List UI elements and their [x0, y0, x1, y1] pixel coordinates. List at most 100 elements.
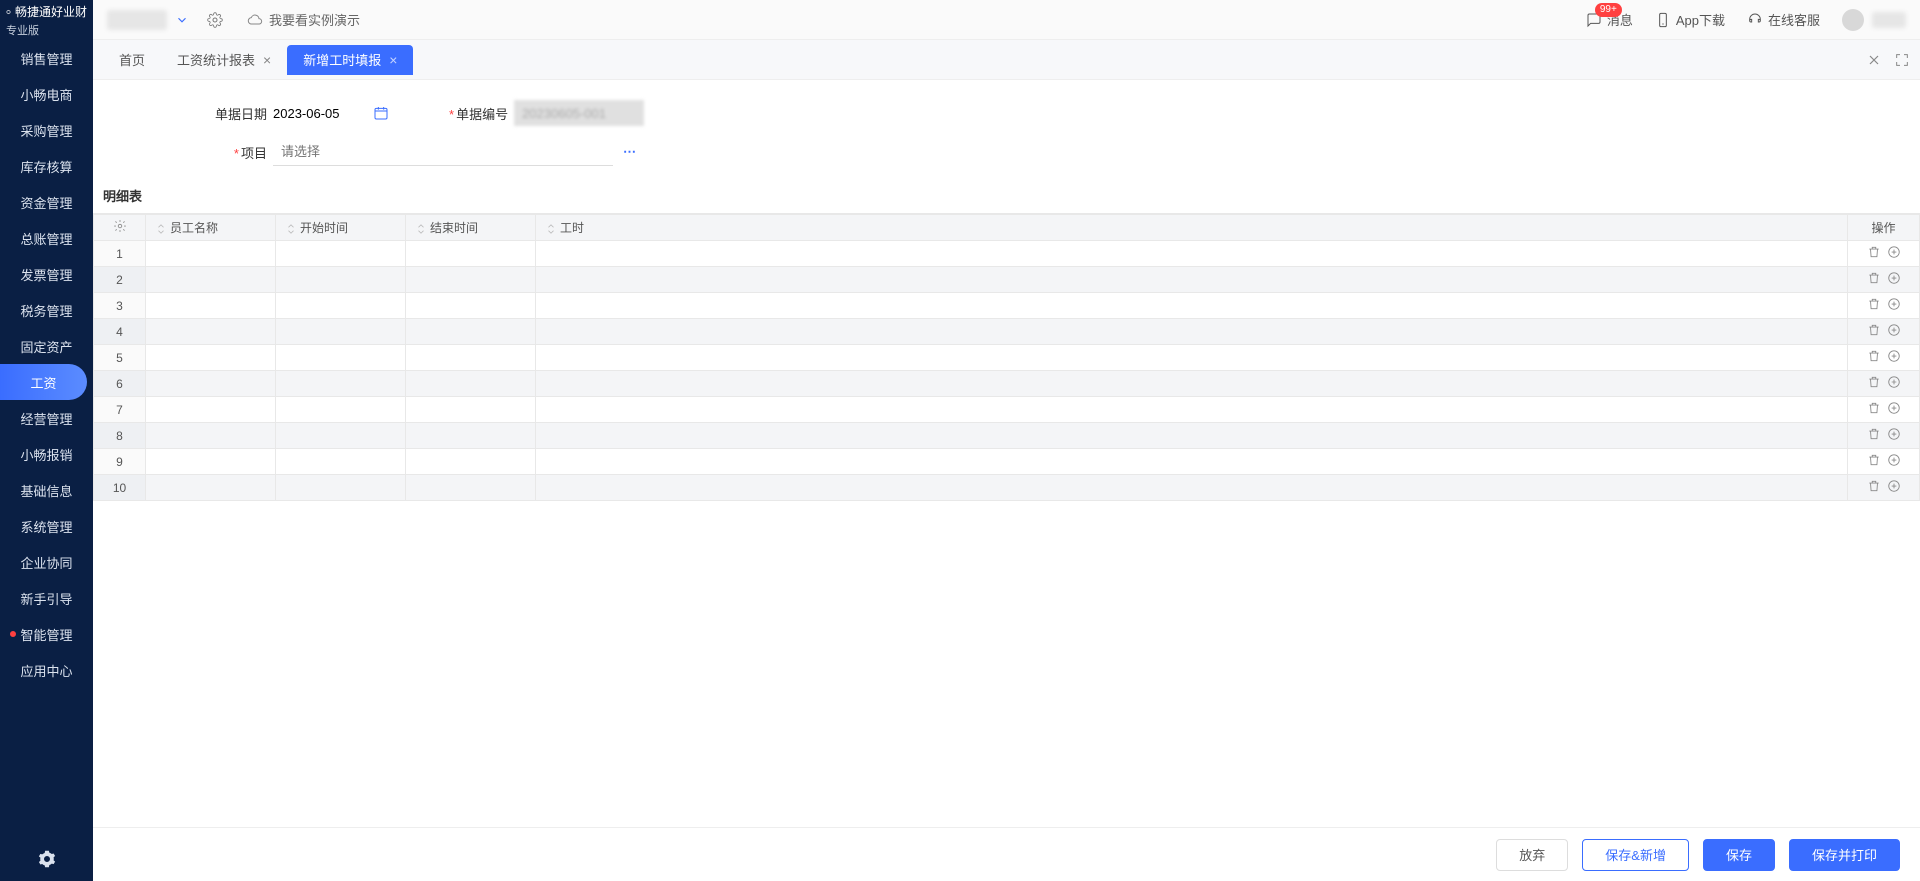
sidebar-item[interactable]: 工资 — [0, 364, 87, 400]
app-download-button[interactable]: App下载 — [1655, 10, 1725, 29]
column-settings[interactable] — [94, 215, 146, 241]
cell-employee[interactable] — [146, 449, 276, 475]
cell-start[interactable] — [276, 267, 406, 293]
add-row-icon[interactable] — [1887, 401, 1901, 415]
cell-employee[interactable] — [146, 267, 276, 293]
cell-start[interactable] — [276, 345, 406, 371]
cell-employee[interactable] — [146, 423, 276, 449]
col-employee[interactable]: 员工名称 — [146, 215, 276, 241]
cell-hours[interactable] — [536, 293, 1848, 319]
add-row-icon[interactable] — [1887, 323, 1901, 337]
cell-end[interactable] — [406, 475, 536, 501]
cell-start[interactable] — [276, 423, 406, 449]
delete-row-icon[interactable] — [1867, 323, 1881, 337]
online-service-button[interactable]: 在线客服 — [1747, 10, 1820, 29]
cell-employee[interactable] — [146, 397, 276, 423]
cell-employee[interactable] — [146, 345, 276, 371]
delete-row-icon[interactable] — [1867, 297, 1881, 311]
sidebar-item[interactable]: 发票管理 — [0, 256, 93, 292]
add-row-icon[interactable] — [1887, 427, 1901, 441]
project-picker-icon[interactable]: ⋯ — [623, 144, 638, 160]
cell-employee[interactable] — [146, 293, 276, 319]
add-row-icon[interactable] — [1887, 349, 1901, 363]
add-row-icon[interactable] — [1887, 375, 1901, 389]
sidebar-item[interactable]: 税务管理 — [0, 292, 93, 328]
cell-hours[interactable] — [536, 423, 1848, 449]
close-all-icon[interactable] — [1866, 52, 1882, 68]
messages-button[interactable]: 99+ 消息 — [1586, 10, 1633, 29]
sidebar-item[interactable]: 销售管理 — [0, 40, 93, 76]
cell-end[interactable] — [406, 423, 536, 449]
cell-employee[interactable] — [146, 241, 276, 267]
sidebar-item[interactable]: 小畅报销 — [0, 436, 93, 472]
cell-start[interactable] — [276, 475, 406, 501]
cell-start[interactable] — [276, 319, 406, 345]
cell-end[interactable] — [406, 241, 536, 267]
fullscreen-icon[interactable] — [1894, 52, 1910, 68]
sidebar-item[interactable]: 智能管理 — [0, 616, 93, 652]
sidebar-item[interactable]: 基础信息 — [0, 472, 93, 508]
sidebar-item[interactable]: 资金管理 — [0, 184, 93, 220]
demo-link[interactable]: 我要看实例演示 — [247, 10, 360, 29]
col-hours[interactable]: 工时 — [536, 215, 1848, 241]
cell-end[interactable] — [406, 345, 536, 371]
cell-start[interactable] — [276, 449, 406, 475]
cell-end[interactable] — [406, 293, 536, 319]
tab[interactable]: 首页 — [103, 45, 161, 75]
sidebar-item[interactable]: 采购管理 — [0, 112, 93, 148]
cell-end[interactable] — [406, 319, 536, 345]
cell-end[interactable] — [406, 397, 536, 423]
save-print-button[interactable]: 保存并打印 — [1789, 839, 1900, 871]
tab[interactable]: 新增工时填报× — [287, 45, 413, 75]
cell-start[interactable] — [276, 371, 406, 397]
delete-row-icon[interactable] — [1867, 427, 1881, 441]
sidebar-item[interactable]: 库存核算 — [0, 148, 93, 184]
close-icon[interactable]: × — [389, 53, 397, 67]
org-selector[interactable] — [107, 10, 189, 30]
cell-hours[interactable] — [536, 449, 1848, 475]
col-start[interactable]: 开始时间 — [276, 215, 406, 241]
save-new-button[interactable]: 保存&新增 — [1582, 839, 1689, 871]
add-row-icon[interactable] — [1887, 297, 1901, 311]
calendar-icon[interactable] — [373, 105, 389, 121]
sidebar-item[interactable]: 应用中心 — [0, 652, 93, 688]
tab[interactable]: 工资统计报表× — [161, 45, 287, 75]
discard-button[interactable]: 放弃 — [1496, 839, 1568, 871]
sidebar-item[interactable]: 小畅电商 — [0, 76, 93, 112]
delete-row-icon[interactable] — [1867, 375, 1881, 389]
add-row-icon[interactable] — [1887, 453, 1901, 467]
cell-hours[interactable] — [536, 267, 1848, 293]
cell-employee[interactable] — [146, 475, 276, 501]
org-settings-icon[interactable] — [207, 12, 223, 28]
sidebar-item[interactable]: 固定资产 — [0, 328, 93, 364]
cell-employee[interactable] — [146, 319, 276, 345]
cell-end[interactable] — [406, 371, 536, 397]
cell-start[interactable] — [276, 293, 406, 319]
cell-start[interactable] — [276, 241, 406, 267]
delete-row-icon[interactable] — [1867, 453, 1881, 467]
cell-hours[interactable] — [536, 475, 1848, 501]
add-row-icon[interactable] — [1887, 245, 1901, 259]
sidebar-item[interactable]: 总账管理 — [0, 220, 93, 256]
cell-employee[interactable] — [146, 371, 276, 397]
col-end[interactable]: 结束时间 — [406, 215, 536, 241]
cell-hours[interactable] — [536, 371, 1848, 397]
cell-hours[interactable] — [536, 319, 1848, 345]
add-row-icon[interactable] — [1887, 479, 1901, 493]
delete-row-icon[interactable] — [1867, 479, 1881, 493]
close-icon[interactable]: × — [263, 53, 271, 67]
delete-row-icon[interactable] — [1867, 271, 1881, 285]
cell-hours[interactable] — [536, 345, 1848, 371]
user-menu[interactable] — [1842, 9, 1906, 31]
sidebar-item[interactable]: 企业协同 — [0, 544, 93, 580]
delete-row-icon[interactable] — [1867, 349, 1881, 363]
add-row-icon[interactable] — [1887, 271, 1901, 285]
cell-hours[interactable] — [536, 241, 1848, 267]
sidebar-item[interactable]: 系统管理 — [0, 508, 93, 544]
cell-hours[interactable] — [536, 397, 1848, 423]
sidebar-item[interactable]: 经营管理 — [0, 400, 93, 436]
sidebar-item[interactable]: 新手引导 — [0, 580, 93, 616]
save-button[interactable]: 保存 — [1703, 839, 1775, 871]
delete-row-icon[interactable] — [1867, 401, 1881, 415]
cell-end[interactable] — [406, 449, 536, 475]
